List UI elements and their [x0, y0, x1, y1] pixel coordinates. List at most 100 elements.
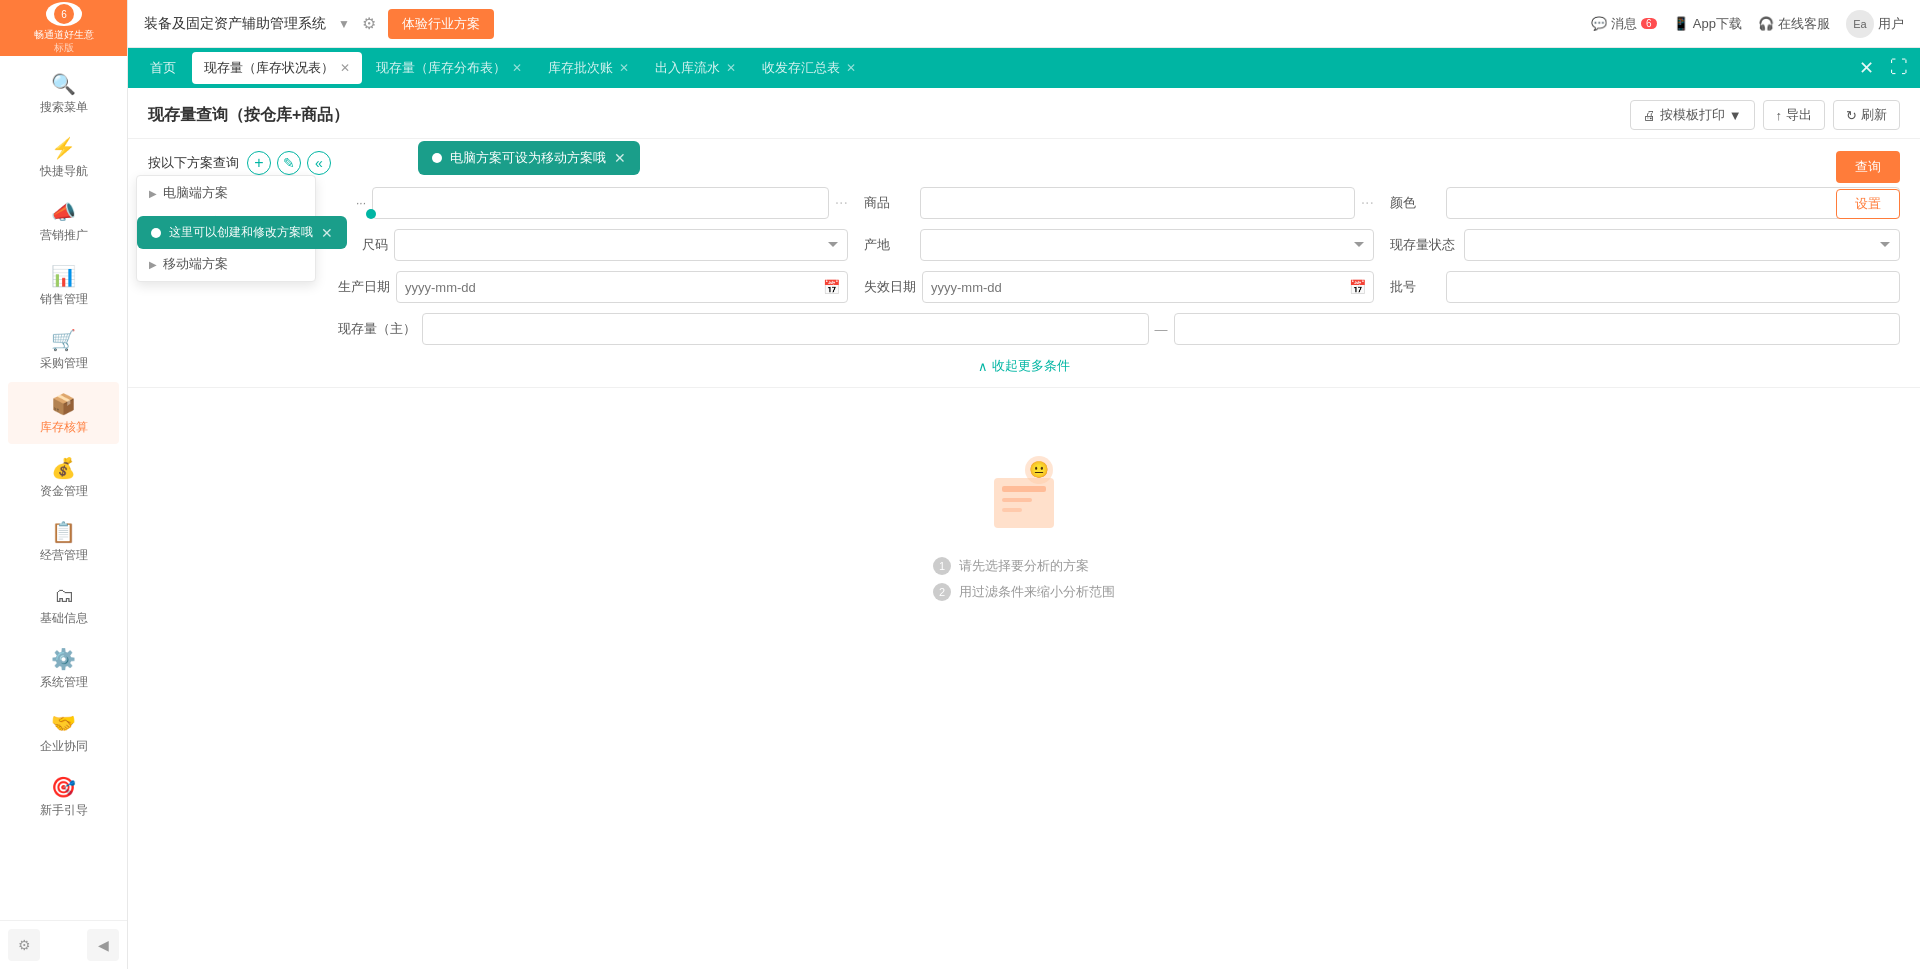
- sidebar-item-label: 库存核算: [40, 419, 88, 436]
- stock-main-start[interactable]: [422, 313, 1149, 345]
- tab-label: 出入库流水: [655, 59, 720, 77]
- management-icon: 📋: [51, 520, 76, 544]
- tab-batch[interactable]: 库存批次账 ✕: [536, 52, 641, 84]
- export-btn[interactable]: ↑ 导出: [1763, 100, 1826, 130]
- sidebar-menu: 🔍 搜索菜单 ⚡ 快捷导航 📣 营销推广 📊 销售管理 🛒 采购管理 📦 库存核…: [0, 56, 127, 920]
- sidebar-item-basic[interactable]: 🗂 基础信息: [8, 574, 119, 635]
- sidebar-item-collab[interactable]: 🤝 企业协同: [8, 701, 119, 763]
- app-download-item[interactable]: 📱 App下载: [1673, 15, 1742, 33]
- brand-text: 畅通道好生意: [34, 28, 94, 41]
- sidebar-item-search[interactable]: 🔍 搜索菜单: [8, 62, 119, 124]
- calendar-icon-2: 📅: [1349, 279, 1366, 295]
- tooltip-close-btn-1[interactable]: ✕: [614, 150, 626, 166]
- sidebar-item-inventory[interactable]: 📦 库存核算: [8, 382, 119, 444]
- goods-input[interactable]: [372, 187, 829, 219]
- avatar: Ea: [1846, 10, 1874, 38]
- tab-fullscreen-icon[interactable]: ⛶: [1886, 53, 1912, 83]
- stock-main-end[interactable]: [1174, 313, 1901, 345]
- sidebar-item-guide[interactable]: 🎯 新手引导: [8, 765, 119, 827]
- sidebar-item-system[interactable]: ⚙️ 系统管理: [8, 637, 119, 699]
- sidebar-item-label: 资金管理: [40, 483, 88, 500]
- basic-icon: 🗂: [54, 584, 74, 607]
- tooltip-dot: [432, 153, 442, 163]
- filter-label: 按以下方案查询: [148, 154, 239, 172]
- message-item[interactable]: 💬 消息 6: [1591, 15, 1657, 33]
- main-area: 装备及固定资产辅助管理系统 ▼ ⚙ 体验行业方案 💬 消息 6 📱 App下载 …: [128, 0, 1920, 969]
- connector-dot-1: [366, 209, 376, 219]
- size-select[interactable]: [394, 229, 848, 261]
- sidebar-settings-btn[interactable]: ⚙: [8, 929, 40, 961]
- refresh-btn[interactable]: ↻ 刷新: [1833, 100, 1900, 130]
- sidebar-item-sales[interactable]: 📊 销售管理: [8, 254, 119, 316]
- tab-close-all-icon[interactable]: ✕: [1855, 53, 1878, 83]
- tooltip-dot-2: [151, 228, 161, 238]
- system-icon: ⚙️: [51, 647, 76, 671]
- mfg-date-input[interactable]: [396, 271, 848, 303]
- online-service-item[interactable]: 🎧 在线客服: [1758, 15, 1830, 33]
- print-btn[interactable]: 🖨 按模板打印 ▼: [1630, 100, 1755, 130]
- sidebar-item-label: 销售管理: [40, 291, 88, 308]
- origin-select[interactable]: [920, 229, 1374, 261]
- collab-icon: 🤝: [51, 711, 76, 735]
- tab-close-icon[interactable]: ✕: [846, 61, 856, 75]
- refresh-icon: ↻: [1846, 108, 1857, 123]
- goods-value-input[interactable]: [920, 187, 1355, 219]
- goods-field-label: 商品: [864, 194, 914, 212]
- expiry-date-input[interactable]: [922, 271, 1374, 303]
- scheme-parent-mobile[interactable]: ▶ 移动端方案: [137, 247, 315, 281]
- sidebar-item-label: 基础信息: [40, 610, 88, 627]
- user-label: 用户: [1878, 15, 1904, 33]
- tab-label: 现存量（库存状况表）: [204, 59, 334, 77]
- page-title: 现存量查询（按仓库+商品）: [148, 105, 349, 126]
- tab-inout-flow[interactable]: 出入库流水 ✕: [643, 52, 748, 84]
- stock-range-dash: —: [1155, 322, 1168, 337]
- export-label: 导出: [1786, 106, 1812, 124]
- sidebar-item-nav[interactable]: ⚡ 快捷导航: [8, 126, 119, 188]
- goods-field-dots: ···: [1361, 194, 1374, 212]
- expiry-date-label: 失效日期: [864, 278, 916, 296]
- color-select[interactable]: [1446, 187, 1900, 219]
- content-area: 现存量查询（按仓库+商品） 🖨 按模板打印 ▼ ↑ 导出 ↻ 刷新: [128, 88, 1920, 969]
- tip-num-2: 2: [933, 583, 951, 601]
- set-btn[interactable]: 设置: [1836, 189, 1900, 219]
- tab-inventory-dist[interactable]: 现存量（库存分布表） ✕: [364, 52, 534, 84]
- tab-home[interactable]: 首页: [136, 52, 190, 84]
- tab-close-icon[interactable]: ✕: [512, 61, 522, 75]
- back-scheme-btn[interactable]: «: [307, 151, 331, 175]
- batch-input[interactable]: [1446, 271, 1900, 303]
- system-title: 装备及固定资产辅助管理系统: [144, 15, 326, 33]
- tab-close-icon[interactable]: ✕: [340, 61, 350, 75]
- top-bar-left: 装备及固定资产辅助管理系统 ▼ ⚙ 体验行业方案: [144, 9, 494, 39]
- sidebar-item-marketing[interactable]: 📣 营销推广: [8, 190, 119, 252]
- tab-summary[interactable]: 收发存汇总表 ✕: [750, 52, 868, 84]
- sidebar-item-purchase[interactable]: 🛒 采购管理: [8, 318, 119, 380]
- finance-icon: 💰: [51, 456, 76, 480]
- desktop-scheme-label: 电脑端方案: [163, 184, 228, 202]
- stock-status-select[interactable]: [1464, 229, 1900, 261]
- tooltip-close-btn-2[interactable]: ✕: [321, 225, 333, 241]
- print-dropdown-icon: ▼: [1729, 108, 1742, 123]
- collapse-btn[interactable]: ∧ 收起更多条件: [148, 357, 1900, 375]
- tab-close-icon[interactable]: ✕: [726, 61, 736, 75]
- tab-bar: 首页 现存量（库存状况表） ✕ 现存量（库存分布表） ✕ 库存批次账 ✕ 出入库…: [128, 48, 1920, 88]
- query-btn[interactable]: 查询: [1836, 151, 1900, 183]
- industry-btn[interactable]: 体验行业方案: [388, 9, 494, 39]
- collapse-label: 收起更多条件: [992, 357, 1070, 375]
- edit-scheme-btn[interactable]: ✎: [277, 151, 301, 175]
- add-scheme-btn[interactable]: +: [247, 151, 271, 175]
- tab-inventory-status[interactable]: 现存量（库存状况表） ✕: [192, 52, 362, 84]
- system-title-dropdown[interactable]: ▼: [338, 17, 350, 31]
- settings-icon[interactable]: ⚙: [362, 14, 376, 33]
- filter-fields-area: ··· ··· 商品 ··· 颜色: [338, 187, 1900, 345]
- phone-icon: 📱: [1673, 16, 1689, 31]
- page-header: 现存量查询（按仓库+商品） 🖨 按模板打印 ▼ ↑ 导出 ↻ 刷新: [128, 88, 1920, 139]
- sidebar-collapse-btn[interactable]: ◀: [87, 929, 119, 961]
- user-item[interactable]: Ea 用户: [1846, 10, 1904, 38]
- sidebar-item-finance[interactable]: 💰 资金管理: [8, 446, 119, 508]
- sales-icon: 📊: [51, 264, 76, 288]
- sidebar: 6 畅通道好生意 标版 🔍 搜索菜单 ⚡ 快捷导航 📣 营销推广 📊 销售管理 …: [0, 0, 128, 969]
- sidebar-item-management[interactable]: 📋 经营管理: [8, 510, 119, 572]
- sidebar-bottom: ⚙ ◀: [0, 920, 127, 969]
- tab-close-icon[interactable]: ✕: [619, 61, 629, 75]
- scheme-parent-desktop[interactable]: ▶ 电脑端方案: [137, 176, 315, 210]
